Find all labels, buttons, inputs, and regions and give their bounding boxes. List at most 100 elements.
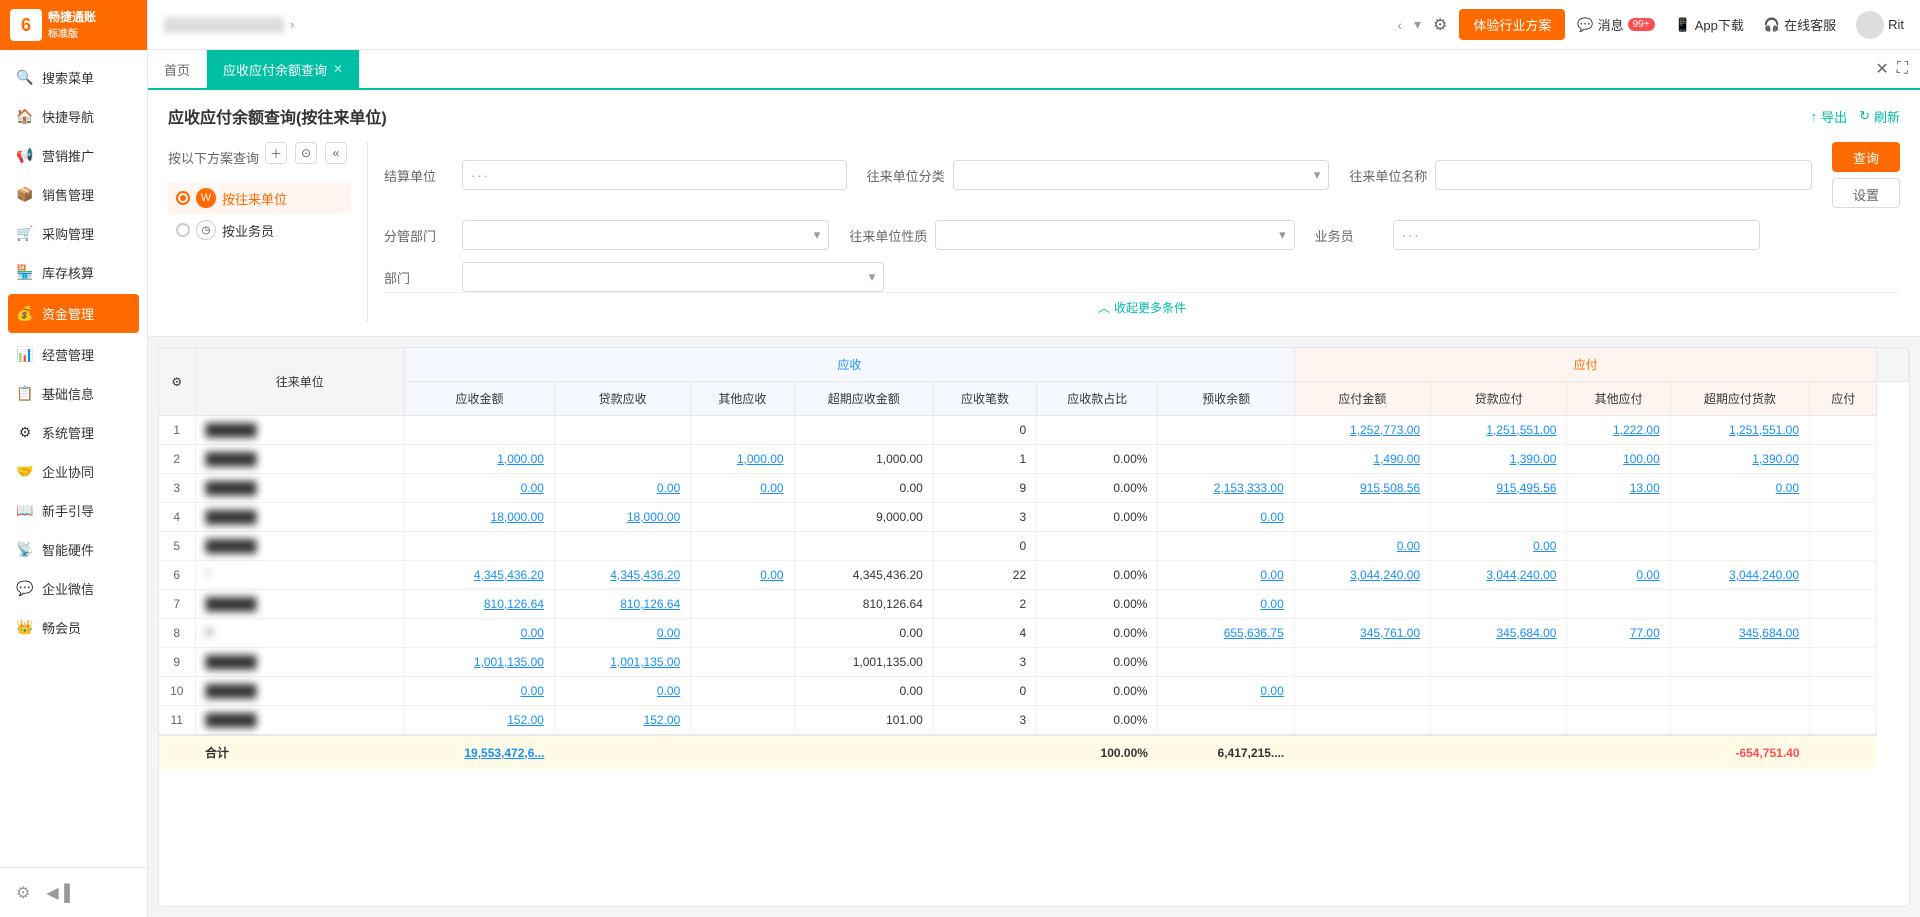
settings-plan-btn[interactable]: ⊙ <box>295 142 317 164</box>
table-cell[interactable] <box>405 416 555 445</box>
table-cell[interactable] <box>691 648 794 677</box>
sidebar-item-system[interactable]: ⚙ 系统管理 <box>0 413 147 452</box>
sidebar-item-vip[interactable]: 👑 畅会员 <box>0 608 147 647</box>
table-cell[interactable]: 1,251,551.00 <box>1670 416 1809 445</box>
table-cell[interactable] <box>691 503 794 532</box>
table-cell[interactable] <box>1431 677 1567 706</box>
table-cell[interactable] <box>1567 706 1670 736</box>
table-cell[interactable]: 0.00 <box>1431 532 1567 561</box>
tab-close-icon[interactable]: ✕ <box>333 62 343 76</box>
table-cell[interactable]: 0.00 <box>1158 590 1294 619</box>
table-cell[interactable]: 1,251,551.00 <box>1431 416 1567 445</box>
input-wanglaiming[interactable] <box>1435 160 1812 190</box>
table-cell[interactable]: 0.00 <box>1158 503 1294 532</box>
table-cell[interactable]: 13.00 <box>1567 474 1670 503</box>
sidebar-item-hardware[interactable]: 📡 智能硬件 <box>0 530 147 569</box>
sidebar-item-marketing[interactable]: 📢 营销推广 <box>0 136 147 175</box>
sidebar-item-finance[interactable]: 💰 资金管理 <box>8 294 139 333</box>
input-yewuyuan[interactable]: ··· <box>1393 220 1760 250</box>
table-cell[interactable] <box>1670 706 1809 736</box>
table-cell[interactable]: 0.00 <box>405 474 555 503</box>
collapse-icon[interactable]: ◀▐ <box>46 883 70 903</box>
table-cell[interactable]: 1,222.00 <box>1567 416 1670 445</box>
table-cell[interactable]: 810,126.64 <box>405 590 555 619</box>
table-cell[interactable] <box>1158 648 1294 677</box>
table-cell[interactable]: 345,761.00 <box>1294 619 1430 648</box>
tab-home[interactable]: 首页 <box>148 50 207 88</box>
input-wanglaizhi[interactable]: ▾ <box>935 220 1294 250</box>
table-cell[interactable]: 0.00 <box>1294 532 1430 561</box>
table-cell[interactable] <box>691 532 794 561</box>
refresh-btn[interactable]: ↻ 刷新 <box>1859 107 1900 126</box>
tab-arquery[interactable]: 应收应付余额查询 ✕ <box>207 50 360 88</box>
app-download-btn[interactable]: 📱 App下载 <box>1675 15 1744 34</box>
table-cell[interactable] <box>1670 503 1809 532</box>
table-cell[interactable]: 100.00 <box>1567 445 1670 474</box>
table-cell[interactable]: 0.00 <box>1567 561 1670 590</box>
table-cell[interactable] <box>1158 416 1294 445</box>
table-cell[interactable]: 0.00 <box>1158 561 1294 590</box>
sidebar-item-collab[interactable]: 🤝 企业协同 <box>0 452 147 491</box>
table-cell[interactable]: 18,000.00 <box>554 503 690 532</box>
sidebar-item-business[interactable]: 📊 经营管理 <box>0 335 147 374</box>
sidebar-item-quicknav[interactable]: 🏠 快捷导航 <box>0 97 147 136</box>
col-settings-header[interactable]: ⚙ <box>159 348 195 416</box>
table-cell[interactable] <box>1294 706 1430 736</box>
table-cell[interactable]: 3,044,240.00 <box>1431 561 1567 590</box>
close-window-icon[interactable]: ✕ <box>1875 59 1888 79</box>
table-cell[interactable] <box>1670 590 1809 619</box>
table-cell[interactable]: 0.00 <box>554 474 690 503</box>
table-cell[interactable]: 810,126.64 <box>554 590 690 619</box>
table-cell[interactable] <box>1567 503 1670 532</box>
industry-btn[interactable]: 体验行业方案 <box>1459 9 1565 40</box>
table-cell[interactable]: 1,490.00 <box>1294 445 1430 474</box>
table-cell[interactable]: 2,153,333.00 <box>1158 474 1294 503</box>
sidebar-item-wechat[interactable]: 💬 企业微信 <box>0 569 147 608</box>
table-cell[interactable] <box>554 445 690 474</box>
table-cell[interactable]: 1,001,135.00 <box>405 648 555 677</box>
table-cell[interactable] <box>554 416 690 445</box>
input-wanglaifenlei[interactable]: ▾ <box>953 160 1330 190</box>
search-option-partner[interactable]: W 按往来单位 <box>168 182 351 214</box>
table-cell[interactable]: 1,252,773.00 <box>1294 416 1430 445</box>
table-cell[interactable] <box>1294 677 1430 706</box>
sidebar-item-guide[interactable]: 📖 新手引导 <box>0 491 147 530</box>
export-btn[interactable]: ↑ 导出 <box>1811 107 1848 126</box>
settings-btn[interactable]: 设置 <box>1832 178 1900 208</box>
search-option-salesperson[interactable]: ◷ 按业务员 <box>168 214 351 246</box>
table-cell[interactable] <box>1431 648 1567 677</box>
table-cell[interactable] <box>1294 648 1430 677</box>
table-cell[interactable]: 152.00 <box>405 706 555 736</box>
table-cell[interactable]: 0.00 <box>554 677 690 706</box>
table-cell[interactable]: 655,636.75 <box>1158 619 1294 648</box>
table-cell[interactable]: 0.00 <box>691 474 794 503</box>
table-cell[interactable] <box>1670 648 1809 677</box>
table-cell[interactable]: 1,390.00 <box>1670 445 1809 474</box>
table-cell[interactable] <box>1567 677 1670 706</box>
input-fenguanbumon[interactable]: ▾ <box>462 220 829 250</box>
table-cell[interactable] <box>1158 445 1294 474</box>
sidebar-item-inventory[interactable]: 🏪 库存核算 <box>0 253 147 292</box>
table-cell[interactable] <box>1431 706 1567 736</box>
table-cell[interactable]: 3,044,240.00 <box>1670 561 1809 590</box>
table-cell[interactable]: 345,684.00 <box>1670 619 1809 648</box>
table-cell[interactable]: 1,001,135.00 <box>554 648 690 677</box>
table-cell[interactable]: 345,684.00 <box>1431 619 1567 648</box>
add-plan-btn[interactable]: ＋ <box>265 142 287 164</box>
table-cell[interactable]: 152.00 <box>554 706 690 736</box>
table-cell[interactable]: 0.00 <box>1158 677 1294 706</box>
table-cell[interactable]: 915,508.56 <box>1294 474 1430 503</box>
query-btn[interactable]: 查询 <box>1832 142 1900 172</box>
settings-bottom-icon[interactable]: ⚙ <box>16 883 30 903</box>
table-cell[interactable] <box>691 677 794 706</box>
table-cell[interactable]: 915,495.56 <box>1431 474 1567 503</box>
table-cell[interactable]: 0.00 <box>405 619 555 648</box>
table-cell[interactable] <box>1294 590 1430 619</box>
table-cell[interactable]: 1,000.00 <box>691 445 794 474</box>
table-cell[interactable] <box>691 619 794 648</box>
table-cell[interactable]: 4,345,436.20 <box>405 561 555 590</box>
table-cell[interactable]: 0.00 <box>691 561 794 590</box>
sidebar-item-sales[interactable]: 📦 销售管理 <box>0 175 147 214</box>
sidebar-item-basic[interactable]: 📋 基础信息 <box>0 374 147 413</box>
table-cell[interactable] <box>1158 532 1294 561</box>
